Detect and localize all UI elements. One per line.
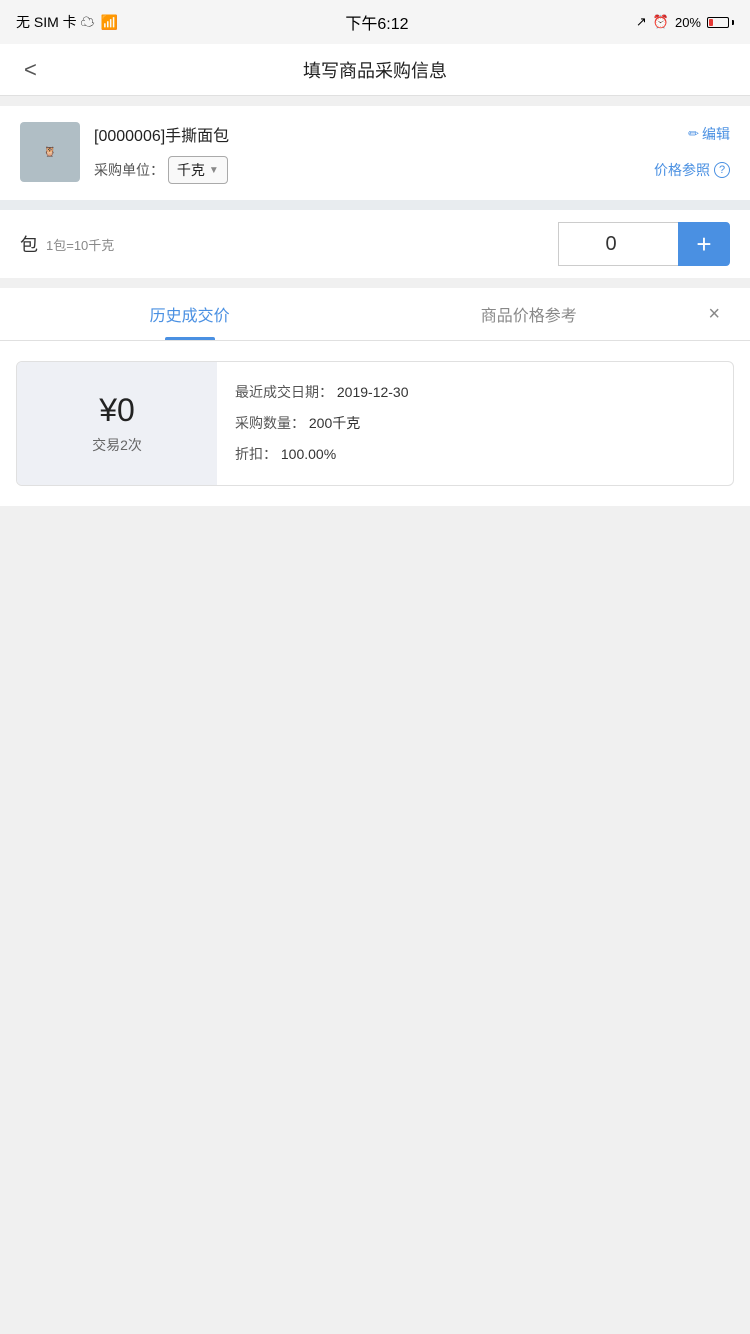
product-thumb-icon: 🦉: [44, 147, 56, 158]
purchase-qty-row: 采购数量： 200千克: [235, 413, 715, 434]
unit-row: 采购单位： 千克 ▼ 价格参照 ?: [94, 156, 730, 184]
unit-select-dropdown[interactable]: 千克 ▼: [168, 156, 228, 184]
status-time: 下午6:12: [345, 10, 408, 34]
nav-bar: < 填写商品采购信息: [0, 44, 750, 96]
quantity-input[interactable]: [558, 222, 678, 266]
dropdown-arrow-icon: ▼: [209, 165, 219, 176]
location-icon: ↗: [636, 14, 647, 30]
qty-value: 200千克: [309, 415, 360, 431]
unit-label: 采购单位： 千克 ▼: [94, 156, 228, 184]
discount-value: 100.00%: [281, 446, 336, 462]
status-right: ↗ ⏰ 20%: [636, 14, 734, 30]
wifi-icon: 📶: [101, 14, 118, 31]
edit-label: 编辑: [702, 124, 730, 144]
back-button[interactable]: <: [16, 49, 45, 91]
plus-icon: +: [696, 229, 711, 260]
tab-history-price[interactable]: 历史成交价: [20, 288, 359, 340]
tab-content: ¥0 交易2次 最近成交日期： 2019-12-30 采购数量： 200千克 折…: [0, 341, 750, 506]
section-divider: [0, 200, 750, 210]
alarm-icon: ⏰: [653, 14, 669, 30]
sim-label: 无 SIM 卡 ☁: [16, 12, 95, 32]
product-name-row: [0000006]手撕面包 ✏ 编辑: [94, 122, 730, 146]
battery-percent: 20%: [675, 15, 701, 30]
edit-button[interactable]: ✏ 编辑: [688, 124, 730, 144]
date-label: 最近成交日期：: [235, 384, 333, 400]
tab-close-button[interactable]: ×: [698, 293, 730, 336]
tab-product-price-ref[interactable]: 商品价格参考: [359, 288, 698, 340]
price-reference-button[interactable]: 价格参照 ?: [654, 160, 730, 180]
quantity-unit: 包: [20, 231, 38, 257]
product-details: [0000006]手撕面包 ✏ 编辑 采购单位： 千克 ▼ 价格参照 ?: [94, 122, 730, 184]
history-transaction-card: ¥0 交易2次 最近成交日期： 2019-12-30 采购数量： 200千克 折…: [16, 361, 734, 486]
page-title: 填写商品采购信息: [303, 57, 447, 83]
product-section: 🦉 [0000006]手撕面包 ✏ 编辑 采购单位： 千克 ▼ 价格参照 ?: [0, 106, 750, 200]
unit-value: 千克: [177, 160, 205, 180]
card-details-panel: 最近成交日期： 2019-12-30 采购数量： 200千克 折扣： 100.0…: [217, 362, 733, 485]
price-ref-label: 价格参照: [654, 160, 710, 180]
transaction-date-row: 最近成交日期： 2019-12-30: [235, 382, 715, 403]
bottom-panel: 历史成交价 商品价格参考 × ¥0 交易2次 最近成交日期： 2019-12-3…: [0, 288, 750, 506]
tab-bar: 历史成交价 商品价格参考 ×: [0, 288, 750, 341]
quantity-label-box: 包 1包=10千克: [20, 231, 114, 257]
card-price-panel: ¥0 交易2次: [17, 362, 217, 485]
discount-row: 折扣： 100.00%: [235, 444, 715, 465]
quantity-plus-button[interactable]: +: [678, 222, 730, 266]
discount-label: 折扣：: [235, 446, 277, 462]
status-left: 无 SIM 卡 ☁ 📶: [16, 12, 118, 32]
quantity-control: +: [558, 222, 730, 266]
transaction-price: ¥0: [99, 392, 135, 429]
quantity-row: 包 1包=10千克 +: [0, 210, 750, 278]
qty-label: 采购数量：: [235, 415, 305, 431]
product-full-name: [0000006]手撕面包: [94, 122, 229, 146]
date-value: 2019-12-30: [337, 384, 409, 400]
info-icon: ?: [714, 162, 730, 178]
battery-indicator: [707, 17, 734, 28]
quantity-conversion: 1包=10千克: [46, 235, 114, 254]
product-thumbnail: 🦉: [20, 122, 80, 182]
status-bar: 无 SIM 卡 ☁ 📶 下午6:12 ↗ ⏰ 20%: [0, 0, 750, 44]
edit-icon: ✏: [688, 126, 699, 142]
transaction-count: 交易2次: [92, 435, 142, 455]
